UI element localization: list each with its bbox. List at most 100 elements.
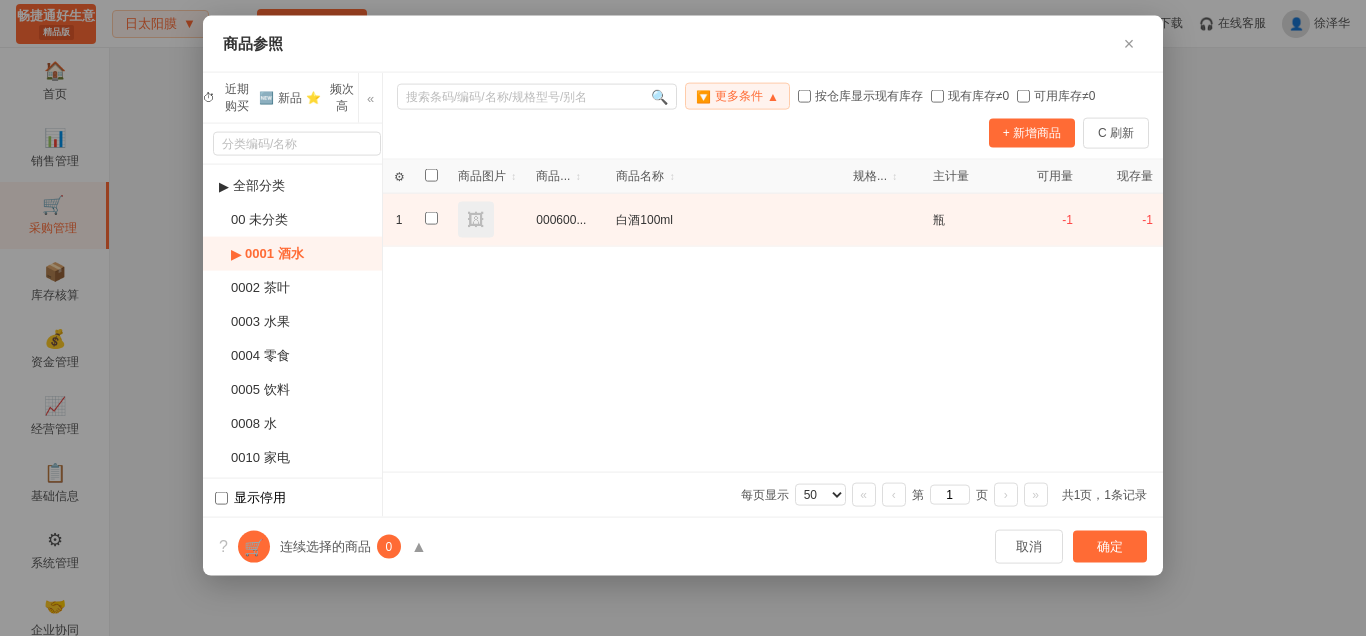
recent-icon: ⏱ <box>203 91 215 105</box>
cat-label: 0004 零食 <box>231 347 290 365</box>
dialog-header: 商品参照 × <box>203 16 1163 73</box>
col-image-header[interactable]: 商品图片 ↕ <box>448 160 526 194</box>
next-page-button[interactable]: › <box>994 483 1018 507</box>
col-check-header[interactable] <box>415 160 448 194</box>
cat-liquor[interactable]: ▶ 0001 酒水 <box>203 237 382 271</box>
product-name: 白酒100ml <box>616 212 673 226</box>
cat-tea[interactable]: 0002 茶叶 <box>203 271 382 305</box>
refresh-button[interactable]: C 刷新 <box>1083 118 1149 149</box>
dialog-close-button[interactable]: × <box>1115 30 1143 58</box>
row-checkbox[interactable] <box>425 212 438 225</box>
continuous-label: 连续选择的商品 <box>280 538 371 556</box>
product-code: 000600... <box>536 213 586 227</box>
usable-checkbox[interactable] <box>1017 90 1030 103</box>
pagination-bar: 每页显示 50 10 20 100 « ‹ 第 页 › » 共1页，1条记录 <box>383 472 1163 517</box>
show-disabled-checkbox[interactable] <box>215 491 228 504</box>
dialog-footer: ? 🛒 连续选择的商品 0 ▲ 取消 确定 <box>203 517 1163 576</box>
col-spec-header[interactable]: 规格... ↕ <box>843 160 923 194</box>
checkbox-label: 现有库存≠0 <box>948 88 1009 105</box>
col-unit-header[interactable]: 主计量 <box>923 160 1003 194</box>
continuous-select-info: 连续选择的商品 0 <box>280 535 401 559</box>
expand-arrow-icon: ▶ <box>231 246 241 261</box>
product-table-wrap: ⚙ 商品图片 ↕ 商品... ↕ 商品名称 ↕ <box>383 160 1163 472</box>
last-page-button[interactable]: » <box>1024 483 1048 507</box>
category-tabs: ⏱ 近期购买 🆕 新品 ⭐ 频次高 « <box>203 73 382 124</box>
sort-icon: ↕ <box>670 171 675 182</box>
sort-icon: ↕ <box>892 171 897 182</box>
page-number-input[interactable] <box>930 485 970 505</box>
tab-label: 新品 <box>278 89 302 106</box>
cat-label: 0005 饮料 <box>231 381 290 399</box>
more-filters-button[interactable]: 🔽 更多条件 ▲ <box>685 83 790 110</box>
cat-uncategorized[interactable]: 00 未分类 <box>203 203 382 237</box>
tab-frequent[interactable]: ⭐ 频次高 <box>306 73 358 123</box>
row-stock-cell: -1 <box>1083 193 1163 246</box>
first-page-button[interactable]: « <box>852 483 876 507</box>
product-search-input[interactable] <box>406 89 645 103</box>
usable-not-zero[interactable]: 可用库存≠0 <box>1017 88 1095 105</box>
cat-water[interactable]: 0008 水 <box>203 407 382 441</box>
dialog-body: ⏱ 近期购买 🆕 新品 ⭐ 频次高 « 🔍 ▶ <box>203 73 1163 517</box>
help-icon[interactable]: ? <box>219 538 228 556</box>
col-name-header[interactable]: 商品名称 ↕ <box>606 160 843 194</box>
tab-new-products[interactable]: 🆕 新品 <box>255 73 307 123</box>
row-name-cell: 白酒100ml <box>606 193 843 246</box>
panel-collapse-button[interactable]: « <box>358 73 382 123</box>
toolbar-actions: + 新增商品 C 刷新 <box>989 118 1149 149</box>
tab-recent-purchase[interactable]: ⏱ 近期购买 <box>203 73 255 123</box>
per-page-select[interactable]: 50 10 20 100 <box>795 484 846 506</box>
footer-collapse-icon[interactable]: ▲ <box>411 538 427 556</box>
cat-snack[interactable]: 0004 零食 <box>203 339 382 373</box>
checkbox-label: 可用库存≠0 <box>1034 88 1095 105</box>
select-all-checkbox[interactable] <box>425 168 438 181</box>
confirm-button[interactable]: 确定 <box>1073 531 1147 563</box>
category-list: ▶ 全部分类 00 未分类 ▶ 0001 酒水 0002 茶叶 0003 水果 <box>203 165 382 478</box>
cat-beverage[interactable]: 0005 饮料 <box>203 373 382 407</box>
cat-label: 0003 水果 <box>231 313 290 331</box>
col-stock-header[interactable]: 现存量 <box>1083 160 1163 194</box>
cat-label: 0010 家电 <box>231 449 290 467</box>
cat-fruit[interactable]: 0003 水果 <box>203 305 382 339</box>
product-search-icon[interactable]: 🔍 <box>651 88 668 104</box>
category-search-input[interactable] <box>213 132 381 156</box>
content-panel: 🔍 🔽 更多条件 ▲ 按仓库显示现有库存 现有库存≠0 可用库存≠ <box>383 73 1163 517</box>
table-row[interactable]: 1 🖼 000600... 白酒100ml <box>383 193 1163 246</box>
available-not-zero[interactable]: 现有库存≠0 <box>931 88 1009 105</box>
table-header: ⚙ 商品图片 ↕ 商品... ↕ 商品名称 ↕ <box>383 160 1163 194</box>
row-code-cell: 000600... <box>526 193 606 246</box>
cart-button[interactable]: 🛒 <box>238 531 270 563</box>
selected-count-badge: 0 <box>377 535 401 559</box>
sort-icon: ↕ <box>576 171 581 182</box>
page-label: 第 <box>912 486 924 503</box>
show-inventory-by-warehouse[interactable]: 按仓库显示现有库存 <box>798 88 923 105</box>
cancel-button[interactable]: 取消 <box>995 530 1063 564</box>
cat-appliance[interactable]: 0010 家电 <box>203 441 382 475</box>
checkbox-label: 按仓库显示现有库存 <box>815 88 923 105</box>
filter-icon: 🔽 <box>696 89 711 103</box>
available-checkbox[interactable] <box>931 90 944 103</box>
cat-label: 00 未分类 <box>231 211 288 229</box>
cat-all[interactable]: ▶ 全部分类 <box>203 169 382 203</box>
cat-label: 全部分类 <box>233 177 285 195</box>
dialog-title: 商品参照 <box>223 34 1115 53</box>
product-thumbnail: 🖼 <box>458 202 494 238</box>
row-spec-cell <box>843 193 923 246</box>
row-settings: 1 <box>383 193 415 246</box>
inventory-warehouse-checkbox[interactable] <box>798 90 811 103</box>
product-toolbar: 🔍 🔽 更多条件 ▲ 按仓库显示现有库存 现有库存≠0 可用库存≠ <box>383 73 1163 160</box>
add-product-button[interactable]: + 新增商品 <box>989 119 1075 148</box>
col-settings-header[interactable]: ⚙ <box>383 160 415 194</box>
cat-label: 0002 茶叶 <box>231 279 290 297</box>
product-available: -1 <box>1062 213 1073 227</box>
tab-label: 近期购买 <box>219 81 255 115</box>
cat-footer: 显示停用 <box>203 478 382 517</box>
tab-label: 频次高 <box>325 81 358 115</box>
prev-page-button[interactable]: ‹ <box>882 483 906 507</box>
col-code-header[interactable]: 商品... ↕ <box>526 160 606 194</box>
cat-label: 0008 水 <box>231 415 277 433</box>
cat-label: 0001 酒水 <box>245 245 304 263</box>
col-available-header[interactable]: 可用量 <box>1003 160 1083 194</box>
expand-arrow-icon: ▶ <box>219 178 229 193</box>
filter-label: 更多条件 <box>715 88 763 105</box>
row-checkbox-cell[interactable] <box>415 193 448 246</box>
